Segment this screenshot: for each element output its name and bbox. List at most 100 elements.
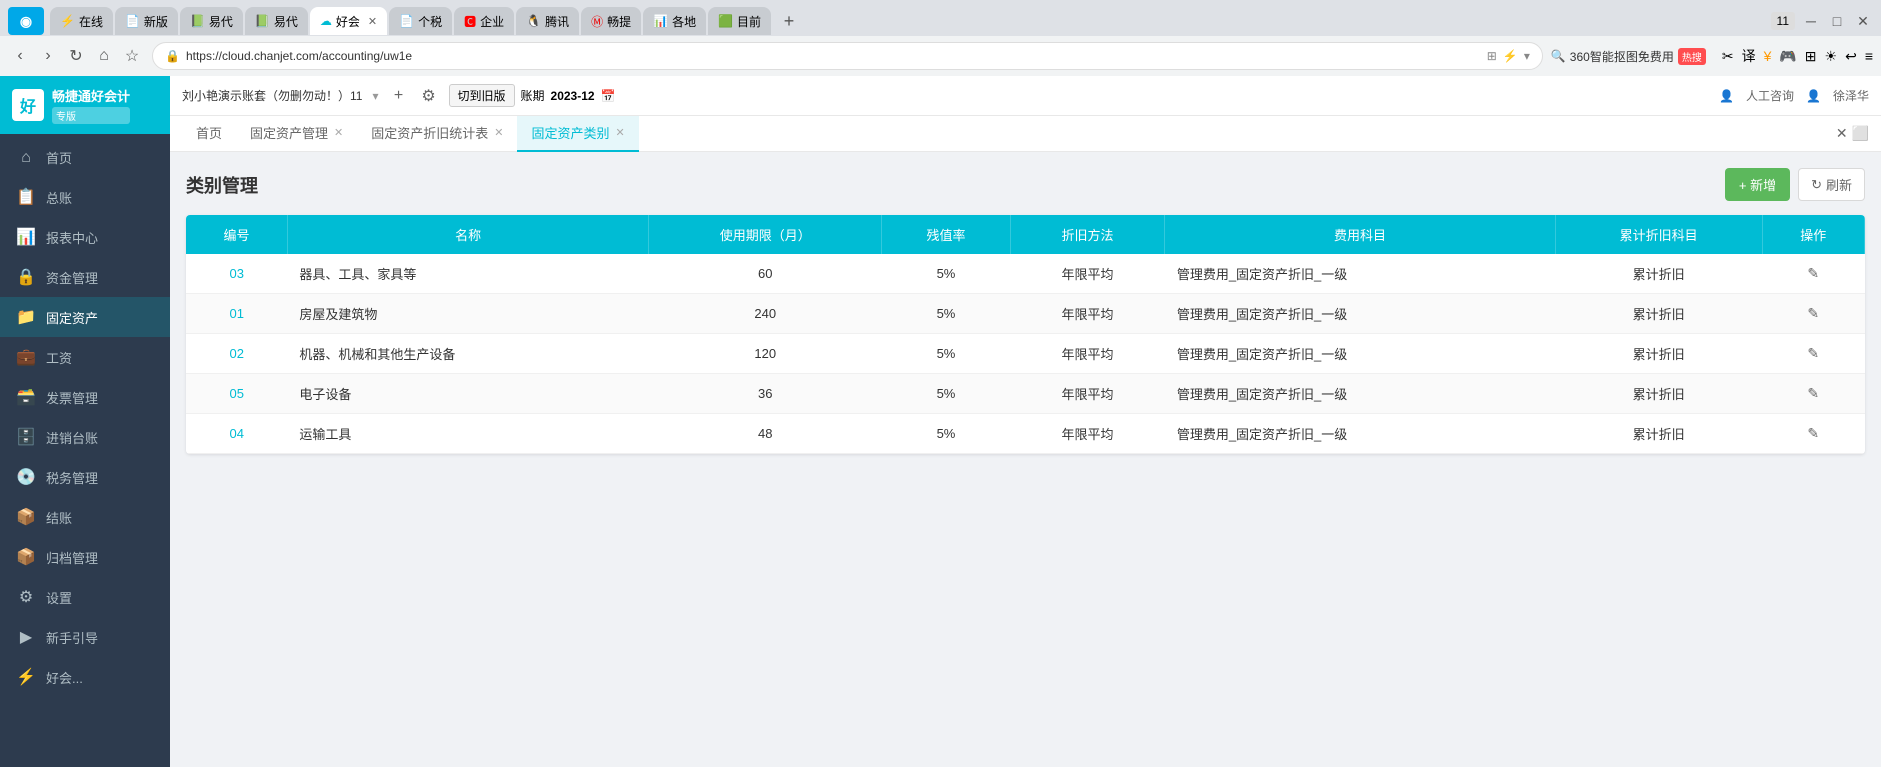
switch-version-button[interactable]: 切到旧版 xyxy=(449,84,515,107)
sidebar-item-more[interactable]: ⚡ 好会... xyxy=(0,657,170,697)
table-header-row: 编号 名称 使用期限（月） 残值率 折旧方法 费用科目 累计折旧科目 操作 xyxy=(186,215,1865,254)
minimize-button[interactable]: ─ xyxy=(1801,11,1821,31)
bookmark-button[interactable]: ☆ xyxy=(120,44,144,68)
menu-button[interactable]: ≡ xyxy=(1865,46,1873,66)
grid-button[interactable]: ⊞ xyxy=(1805,46,1817,66)
maximize-button[interactable]: □ xyxy=(1827,11,1847,31)
cell-action[interactable]: ✎ xyxy=(1762,414,1864,454)
tab-label-online: 在线 xyxy=(79,13,103,30)
browser-tab-yidai2[interactable]: 📗 易代 xyxy=(245,7,308,35)
tab-category-close[interactable]: ✕ xyxy=(616,126,625,139)
cell-code[interactable]: 01 xyxy=(186,294,287,334)
cell-code[interactable]: 05 xyxy=(186,374,287,414)
sun-button[interactable]: ☀ xyxy=(1825,46,1838,66)
browser-tab-changjin[interactable]: Ⓜ 畅提 xyxy=(581,7,641,35)
user-dropdown-icon[interactable]: ▾ xyxy=(372,89,378,103)
ai-consult-label[interactable]: 人工咨询 xyxy=(1746,87,1794,104)
edit-button[interactable]: ✎ xyxy=(1807,345,1819,362)
app-wrapper: 好 畅捷通好会计 专版 ⌂ 首页 📋 总账 📊 报表中心 🔒 资金管理 xyxy=(0,76,1881,767)
tab-category[interactable]: 固定资产类别 ✕ xyxy=(517,116,638,152)
refresh-button[interactable]: ↻ 刷新 xyxy=(1798,168,1865,201)
browser-tab-qiye[interactable]: 🅲 企业 xyxy=(454,7,514,35)
wallet-button[interactable]: ¥ xyxy=(1764,46,1772,66)
browser-tab-geshui[interactable]: 📄 个税 xyxy=(389,7,452,35)
reload-button[interactable]: ↻ xyxy=(64,44,88,68)
close-button[interactable]: ✕ xyxy=(1853,11,1873,31)
sidebar-item-invoice[interactable]: 🗃️ 发票管理 xyxy=(0,377,170,417)
tab-depreciation[interactable]: 固定资产折旧统计表 ✕ xyxy=(357,116,517,152)
sidebar-item-guide[interactable]: ▶ 新手引导 xyxy=(0,617,170,657)
back-button[interactable]: ‹ xyxy=(8,44,32,68)
logo-title: 畅捷通好会计 xyxy=(52,86,130,105)
tab-close-haohui[interactable]: ✕ xyxy=(368,15,377,28)
browser-tab-gedi[interactable]: 📊 各地 xyxy=(643,7,706,35)
undo-button[interactable]: ↩ xyxy=(1845,46,1857,66)
add-button[interactable]: + 新增 xyxy=(1725,168,1790,201)
sidebar-item-home[interactable]: ⌂ 首页 xyxy=(0,138,170,177)
table-row: 02机器、机械和其他生产设备1205%年限平均管理费用_固定资产折旧_一级累计折… xyxy=(186,334,1865,374)
browser-tab-haohui[interactable]: ☁ 好会 ✕ xyxy=(310,7,387,35)
browser-tab-online[interactable]: ⚡ 在线 xyxy=(50,7,113,35)
cell-code[interactable]: 04 xyxy=(186,414,287,454)
sidebar-item-archive[interactable]: 📦 归档管理 xyxy=(0,537,170,577)
browser-logo: ◉ xyxy=(8,7,44,35)
translate-button[interactable]: 译 xyxy=(1742,46,1756,66)
cell-expense: 管理费用_固定资产折旧_一级 xyxy=(1165,254,1555,294)
table-row: 05电子设备365%年限平均管理费用_固定资产折旧_一级累计折旧✎ xyxy=(186,374,1865,414)
browser-chrome: ◉ ⚡ 在线 📄 新版 📗 易代 📗 易代 ☁ 好会 ✕ 📄 个税 🅲 xyxy=(0,0,1881,76)
sidebar-item-payroll[interactable]: 💼 工资 xyxy=(0,337,170,377)
user-gear-button[interactable]: ⚙ xyxy=(419,86,439,106)
search-label: 360智能抠图免费用 xyxy=(1570,48,1674,65)
browser-tab-new[interactable]: 📄 新版 xyxy=(115,7,178,35)
cell-code[interactable]: 03 xyxy=(186,254,287,294)
sidebar-item-stock[interactable]: 🗄️ 进销台账 xyxy=(0,417,170,457)
url-bar[interactable]: 🔒 https://cloud.chanjet.com/accounting/u… xyxy=(152,42,1543,70)
tab-asset-mgmt-close[interactable]: ✕ xyxy=(334,126,343,139)
tab-icon-yidai2: 📗 xyxy=(255,14,270,28)
user-settings-button[interactable]: + xyxy=(389,86,409,106)
tab-label-yidai1: 易代 xyxy=(209,13,233,30)
tab-home[interactable]: 首页 xyxy=(182,116,236,152)
cell-accumulated: 累计折旧 xyxy=(1555,334,1762,374)
edit-button[interactable]: ✎ xyxy=(1807,425,1819,442)
ai-consult-icon: 👤 xyxy=(1719,89,1734,103)
new-tab-button[interactable]: + xyxy=(777,9,801,33)
browser-tab-yidai1[interactable]: 📗 易代 xyxy=(180,7,243,35)
col-header-method: 折旧方法 xyxy=(1010,215,1165,254)
cell-action[interactable]: ✎ xyxy=(1762,374,1864,414)
sidebar-item-ledger[interactable]: 📋 总账 xyxy=(0,177,170,217)
tab-panel-close-button[interactable]: ✕ xyxy=(1836,125,1848,142)
sidebar-item-close[interactable]: 📦 结账 xyxy=(0,497,170,537)
sidebar-item-fund[interactable]: 🔒 资金管理 xyxy=(0,257,170,297)
browser-tab-tencent[interactable]: 🐧 腾讯 xyxy=(516,7,579,35)
tab-icon-tencent: 🐧 xyxy=(526,14,541,28)
forward-button[interactable]: › xyxy=(36,44,60,68)
browser-tab-muqian[interactable]: 🟩 目前 xyxy=(708,7,771,35)
home-button[interactable]: ⌂ xyxy=(92,44,116,68)
sidebar-item-report[interactable]: 📊 报表中心 xyxy=(0,217,170,257)
edit-button[interactable]: ✎ xyxy=(1807,265,1819,282)
cell-code[interactable]: 02 xyxy=(186,334,287,374)
tab-label-changjin: 畅提 xyxy=(607,13,631,30)
username-label: 徐泽华 xyxy=(1833,87,1869,104)
sidebar-item-tax[interactable]: 💿 税务管理 xyxy=(0,457,170,497)
tab-panel-expand-button[interactable]: ⬜ xyxy=(1852,125,1869,142)
sidebar-item-settings[interactable]: ⚙ 设置 xyxy=(0,577,170,617)
stock-icon: 🗄️ xyxy=(16,427,36,447)
period-calendar-icon[interactable]: 📅 xyxy=(601,89,616,103)
tab-asset-mgmt[interactable]: 固定资产管理 ✕ xyxy=(236,116,357,152)
tab-depreciation-close[interactable]: ✕ xyxy=(494,126,503,139)
cell-action[interactable]: ✎ xyxy=(1762,254,1864,294)
search-area[interactable]: 🔍 360智能抠图免费用 热搜 xyxy=(1551,48,1706,65)
game-button[interactable]: 🎮 xyxy=(1779,46,1796,66)
cell-period: 48 xyxy=(649,414,882,454)
cell-expense: 管理费用_固定资产折旧_一级 xyxy=(1165,374,1555,414)
cell-name: 运输工具 xyxy=(287,414,648,454)
scissors-button[interactable]: ✂ xyxy=(1722,46,1734,66)
sidebar-item-asset[interactable]: 📁 固定资产 xyxy=(0,297,170,337)
edit-button[interactable]: ✎ xyxy=(1807,385,1819,402)
edit-button[interactable]: ✎ xyxy=(1807,305,1819,322)
cell-action[interactable]: ✎ xyxy=(1762,294,1864,334)
tab-icon-online: ⚡ xyxy=(60,14,75,28)
cell-action[interactable]: ✎ xyxy=(1762,334,1864,374)
